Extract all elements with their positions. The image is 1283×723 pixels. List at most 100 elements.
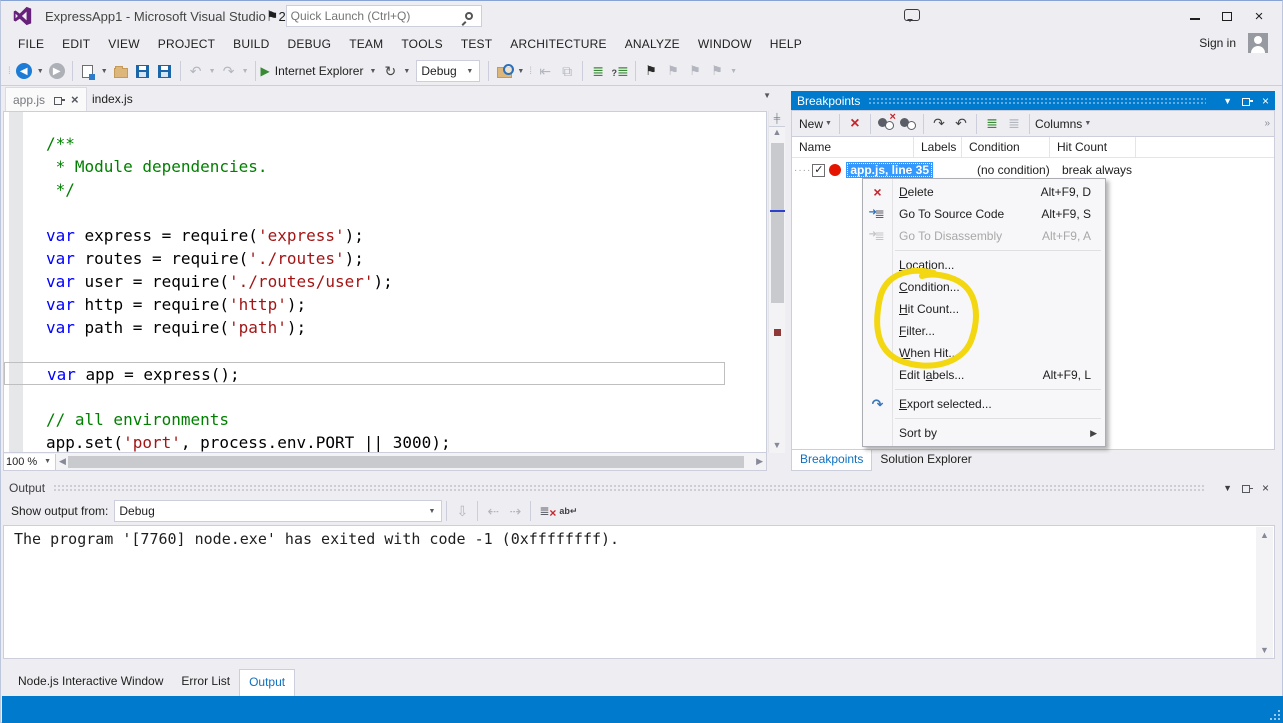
scroll-up-arrow[interactable]: ▲ (769, 127, 785, 137)
output-source-combo[interactable]: Debug▼ (114, 500, 442, 522)
pin-icon[interactable] (1241, 95, 1253, 107)
context-menu-item-condition[interactable]: Condition... (863, 276, 1105, 298)
solution-configuration-combo[interactable]: Debug▼ (416, 60, 480, 82)
open-file-button[interactable] (111, 59, 131, 83)
panel-tab-solution-explorer[interactable]: Solution Explorer (872, 450, 979, 471)
column-header-condition[interactable]: Condition (962, 137, 1050, 158)
menu-test[interactable]: TEST (452, 33, 501, 55)
disable-all-breakpoints-button[interactable] (898, 112, 918, 136)
undo-button[interactable]: ↶ (186, 59, 206, 83)
new-breakpoint-button[interactable]: New▼ (799, 112, 834, 136)
title-bar[interactable]: ExpressApp1 - Microsoft Visual Studio ⚑2… (1, 1, 1282, 31)
breakpoint-checkbox[interactable]: ✓ (812, 164, 825, 177)
resize-grip[interactable] (1278, 718, 1280, 720)
user-avatar-icon[interactable] (1248, 33, 1268, 53)
menu-file[interactable]: FILE (9, 33, 53, 55)
prev-bookmark-button[interactable]: ⚑ (663, 59, 683, 83)
pin-icon[interactable] (1241, 482, 1253, 494)
document-well-dropdown[interactable]: ▼ (763, 91, 771, 100)
breakpoints-title-bar[interactable]: Breakpoints ▼ × (791, 91, 1275, 110)
browser-target-dropdown[interactable]: ▼ (369, 68, 376, 75)
navigate-back-dropdown[interactable]: ▼ (37, 68, 44, 75)
feedback-icon[interactable] (904, 9, 920, 21)
code-line-13[interactable]: // all environments (4, 408, 766, 431)
frame-copy-button[interactable]: ⧉ (557, 59, 577, 83)
splitter-handle[interactable]: ╪ (769, 111, 785, 127)
context-menu-item-when-hit[interactable]: When Hit... (863, 342, 1105, 364)
import-breakpoints-button[interactable]: ↶ (951, 112, 971, 136)
sign-in-link[interactable]: Sign in (1199, 36, 1236, 50)
new-file-dropdown[interactable]: ▼ (101, 68, 108, 75)
context-menu-item-delete[interactable]: ×DeleteAlt+F9, D (863, 181, 1105, 203)
menu-tools[interactable]: TOOLS (392, 33, 451, 55)
panel-tab-breakpoints[interactable]: Breakpoints (791, 450, 872, 471)
refresh-dropdown[interactable]: ▼ (403, 68, 410, 75)
clear-bookmarks-button[interactable]: ⚑ (707, 59, 727, 83)
tab-index-js[interactable]: index.js (85, 87, 140, 111)
prev-message-button[interactable]: ⇠ (483, 499, 503, 523)
window-position-dropdown[interactable]: ▼ (1223, 96, 1232, 106)
toggle-bookmark-button[interactable]: ⚑ (641, 59, 661, 83)
menu-project[interactable]: PROJECT (149, 33, 224, 55)
new-file-button[interactable] (78, 59, 98, 83)
zoom-level-combo[interactable]: 100 %▼ (4, 454, 56, 470)
maximize-button[interactable] (1212, 5, 1242, 27)
bottom-tab-error-list[interactable]: Error List (172, 669, 239, 696)
breakpoint-name[interactable]: app.js, line 35 (846, 162, 933, 178)
notifications-icon[interactable]: ⚑2 (266, 8, 286, 25)
code-line-4[interactable] (4, 201, 766, 224)
quick-launch-input[interactable] (287, 9, 465, 23)
redo-button[interactable]: ↷ (219, 59, 239, 83)
navigate-backward-button[interactable]: ◀ (14, 59, 34, 83)
breakpoint-row[interactable]: ···· ✓ app.js, line 35 (no condition) br… (792, 160, 1274, 180)
refresh-button[interactable]: ↻ (380, 59, 400, 83)
menu-edit[interactable]: EDIT (53, 33, 99, 55)
close-panel-icon[interactable]: × (1262, 94, 1269, 108)
output-text-area[interactable]: The program '[7760] node.exe' has exited… (3, 525, 1275, 659)
code-line-6[interactable]: var routes = require('./routes'); (4, 247, 766, 270)
scroll-left-arrow[interactable]: ◀ (59, 456, 66, 467)
columns-button[interactable]: Columns▼ (1035, 112, 1093, 136)
quick-launch-box[interactable] (286, 5, 482, 27)
minimize-button[interactable] (1180, 5, 1210, 27)
code-line-9[interactable]: var path = require('path'); (4, 316, 766, 339)
menu-debug[interactable]: DEBUG (279, 33, 341, 55)
code-line-11[interactable]: var app = express(); (4, 362, 725, 385)
hscrollbar-thumb[interactable] (68, 456, 744, 468)
save-button[interactable] (133, 59, 153, 83)
redo-dropdown[interactable]: ▼ (242, 68, 249, 75)
toolbar-overflow-icon[interactable]: » (1264, 118, 1270, 129)
editor-vertical-scrollbar[interactable]: ╪ ▲ ▼ (768, 111, 785, 453)
decrease-indent-button[interactable]: ≣ (588, 59, 608, 83)
scroll-down-arrow[interactable]: ▼ (1256, 645, 1273, 655)
start-debugging-button[interactable]: ▶ Internet Explorer ▼ (261, 59, 379, 83)
increase-indent-button[interactable]: ?≣ (610, 59, 630, 83)
navigate-forward-button[interactable]: ▶ (47, 59, 67, 83)
find-in-files-button[interactable] (494, 59, 514, 83)
code-editor[interactable]: /** * Module dependencies. */var express… (3, 111, 767, 453)
code-line-12[interactable] (4, 385, 766, 408)
code-line-10[interactable] (4, 339, 766, 362)
column-header-labels[interactable]: Labels (914, 137, 962, 158)
context-menu-item-sort-by[interactable]: Sort by▶ (863, 422, 1105, 444)
export-breakpoints-button[interactable]: ↷ (929, 112, 949, 136)
context-menu-item-location[interactable]: Location... (863, 254, 1105, 276)
scroll-down-arrow[interactable]: ▼ (769, 440, 785, 450)
bookmark-overflow-dropdown[interactable]: ▼ (730, 68, 737, 75)
code-line-3[interactable]: */ (4, 178, 766, 201)
output-scrollbar[interactable]: ▲ ▼ (1256, 527, 1273, 658)
find-message-button[interactable]: ⇩ (452, 499, 472, 523)
code-line-2[interactable]: * Module dependencies. (4, 155, 766, 178)
next-message-button[interactable]: ⇢ (505, 499, 525, 523)
bottom-tab-output[interactable]: Output (239, 669, 295, 696)
column-header-hit-count[interactable]: Hit Count (1050, 137, 1136, 158)
code-line-7[interactable]: var user = require('./routes/user'); (4, 270, 766, 293)
close-tab-icon[interactable]: × (71, 92, 79, 107)
frame-navigation-button[interactable]: ⇤ (535, 59, 555, 83)
code-line-1[interactable]: /** (4, 132, 766, 155)
menu-help[interactable]: HELP (761, 33, 811, 55)
go-to-disassembly-button[interactable]: ≣ (1004, 112, 1024, 136)
bottom-tab-node-js-interactive-window[interactable]: Node.js Interactive Window (9, 669, 172, 696)
output-title-bar[interactable]: Output ▼ × (3, 478, 1275, 498)
menu-view[interactable]: VIEW (99, 33, 148, 55)
